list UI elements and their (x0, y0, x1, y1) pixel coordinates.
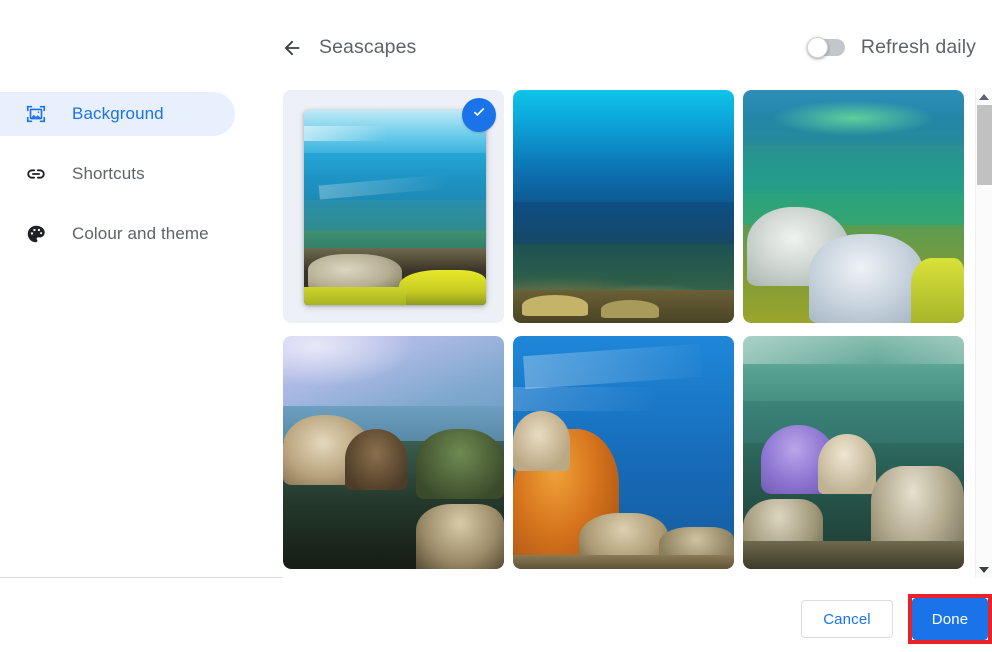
sidebar-item-label: Colour and theme (72, 224, 209, 243)
sidebar-item-background[interactable]: Background (0, 92, 235, 136)
sidebar-item-label: Background (72, 104, 164, 123)
refresh-daily-label: Refresh daily (860, 35, 976, 58)
footer-divider (0, 577, 283, 578)
refresh-daily-toggle[interactable] (806, 36, 845, 58)
palette-icon (24, 222, 48, 246)
scrollbar-thumb[interactable] (977, 105, 992, 185)
gallery-tile-deep-blue-reef-bed[interactable] (513, 90, 734, 323)
scroll-up-button[interactable] (976, 88, 992, 105)
background-picker-dialog: Seascapes Refresh daily Background Short… (0, 0, 992, 652)
selected-check-badge (462, 98, 496, 132)
gallery-tile-lavender-light-coral-garden[interactable] (283, 336, 504, 569)
link-icon (24, 162, 48, 186)
sidebar-item-shortcuts[interactable]: Shortcuts (0, 152, 235, 196)
caret-up-icon (979, 93, 989, 100)
scroll-down-button[interactable] (976, 561, 992, 578)
cancel-button[interactable]: Cancel (801, 600, 893, 638)
caret-down-icon (979, 566, 989, 573)
background-gallery (283, 90, 965, 578)
sidebar-item-colour-and-theme[interactable]: Colour and theme (0, 212, 235, 256)
thumbnail-image (743, 90, 964, 323)
done-button-highlight: Done (908, 594, 992, 644)
gallery-tile-shallow-reef-yellow-coral[interactable] (283, 90, 504, 323)
thumbnail-image (513, 90, 734, 323)
gallery-tile-purple-soft-coral-reef[interactable] (743, 336, 964, 569)
sidebar: Background Shortcuts Colour and theme (0, 92, 240, 272)
gallery-scrollbar[interactable] (975, 88, 992, 578)
image-icon (24, 102, 48, 126)
done-button[interactable]: Done (912, 598, 988, 640)
page-title: Seascapes (319, 36, 417, 58)
thumbnail-image (513, 336, 734, 569)
arrow-left-icon (281, 37, 303, 59)
thumbnail-image (304, 110, 486, 305)
dialog-header: Seascapes Refresh daily (0, 0, 992, 86)
gallery-tile-white-staghorn-coral-reef[interactable] (743, 90, 964, 323)
refresh-daily-control: Refresh daily (806, 31, 976, 63)
gallery-tile-orange-coral-blue-water[interactable] (513, 336, 734, 569)
back-button[interactable] (275, 31, 309, 65)
gallery-grid (283, 90, 965, 578)
toggle-knob (806, 36, 828, 58)
thumbnail-image (743, 336, 964, 569)
sidebar-item-label: Shortcuts (72, 164, 145, 183)
check-icon (470, 103, 489, 127)
dialog-footer: Cancel Done (0, 588, 992, 652)
thumbnail-image (283, 336, 504, 569)
